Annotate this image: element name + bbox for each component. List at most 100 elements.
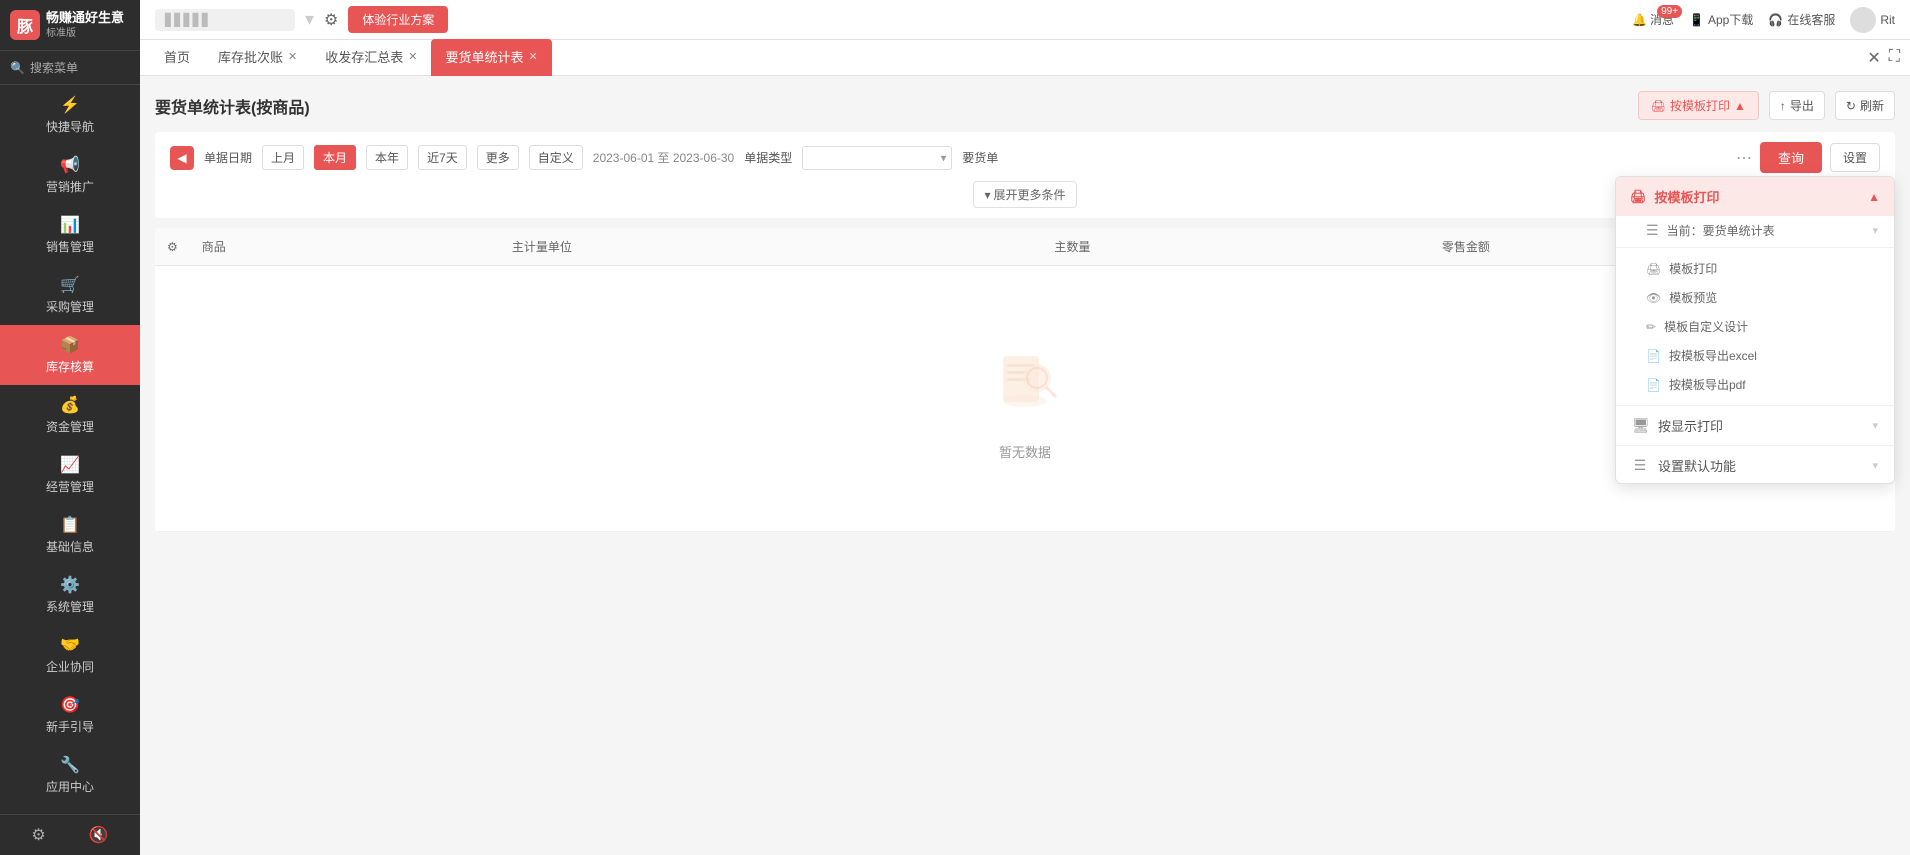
app-center-icon: 🔧 — [60, 755, 80, 775]
filter-more-icon[interactable]: ⋯ — [1736, 148, 1752, 168]
settings-bottom-icon[interactable]: ⚙ — [31, 825, 45, 845]
avatar — [1850, 7, 1876, 33]
template-preview-label: 模板预览 — [1669, 289, 1717, 306]
printer-dropdown-icon: 🖨 — [1630, 189, 1647, 205]
user-avatar-area[interactable]: Rit — [1850, 7, 1895, 33]
topbar-right: 🔔 消息 99+ 📱 App下载 🎧 在线客服 Rit — [1632, 7, 1895, 33]
operation-label: 经营管理 — [46, 478, 94, 495]
notifications-button[interactable]: 🔔 消息 99+ — [1632, 11, 1674, 28]
sidebar-item-inventory[interactable]: 📦 库存核算 — [0, 325, 140, 385]
newbie-label: 新手引导 — [46, 718, 94, 735]
purchase-label: 采购管理 — [46, 298, 94, 315]
dropdown-item-template-print[interactable]: 🖨 模板打印 — [1616, 254, 1894, 283]
page-title: 要货单统计表(按商品) — [155, 94, 310, 118]
finance-label: 资金管理 — [46, 418, 94, 435]
tabs-bar: 首页 库存批次账 ✕ 收发存汇总表 ✕ 要货单统计表 ✕ ✕ ⛶ — [140, 40, 1910, 76]
export-button[interactable]: ↑ 导出 — [1769, 91, 1825, 120]
date-btn-custom[interactable]: 自定义 — [529, 145, 583, 170]
printer-icon: 🖨 — [1651, 99, 1666, 113]
topbar: ▋▋▋▋▋ ▾ ⚙ 体验行业方案 🔔 消息 99+ 📱 App下载 🎧 在线客服… — [140, 0, 1910, 40]
search-menu[interactable]: 🔍 搜索菜单 — [0, 51, 140, 85]
search-menu-label: 搜索菜单 — [30, 59, 78, 76]
query-button[interactable]: 查询 — [1760, 142, 1822, 173]
sidebar-item-basic[interactable]: 📋 基础信息 — [0, 505, 140, 565]
expand-conditions-button[interactable]: ▾ 展开更多条件 — [973, 181, 1076, 208]
dropdown-item-template-design[interactable]: ✏ 模板自定义设计 — [1616, 312, 1894, 341]
app-download-button[interactable]: 📱 App下载 — [1689, 11, 1753, 28]
window-close-icon[interactable]: ✕ — [1867, 48, 1880, 68]
app-center-label: 应用中心 — [46, 778, 94, 795]
topbar-dropdown-icon[interactable]: ▾ — [305, 9, 314, 30]
dropdown-item-display-print[interactable]: 🖥 按显示打印 ▾ — [1616, 408, 1894, 443]
type-select-wrapper: ▾ — [802, 146, 952, 170]
empty-illustration — [985, 336, 1065, 432]
dropdown-item-export-pdf[interactable]: 📄 按模板导出pdf — [1616, 370, 1894, 399]
tab-order-stats-close[interactable]: ✕ — [529, 50, 538, 63]
template-print-label: 模板打印 — [1669, 260, 1717, 277]
online-service-button[interactable]: 🎧 在线客服 — [1768, 11, 1835, 28]
dropdown-divider-1 — [1616, 247, 1894, 248]
date-btn-last-month[interactable]: 上月 — [262, 145, 304, 170]
window-maximize-icon[interactable]: ⛶ — [1889, 48, 1900, 68]
basic-icon: 📋 — [60, 515, 80, 535]
template-list-icon: ☰ — [1646, 222, 1659, 239]
current-template-row: ☰ 当前：要货单统计表 ▾ — [1616, 216, 1894, 245]
filter-collapse-button[interactable]: ◀ — [170, 146, 194, 170]
dropdown-divider-2 — [1616, 405, 1894, 406]
default-func-arrow: ▾ — [1872, 459, 1878, 472]
date-btn-this-year[interactable]: 本年 — [366, 145, 408, 170]
tab-order-stats[interactable]: 要货单统计表 ✕ — [431, 39, 551, 76]
app-name: 畅赚通好生意 — [46, 10, 124, 27]
col-goods: 商品 — [190, 228, 500, 266]
sidebar-item-quick-nav[interactable]: ⚡ 快捷导航 — [0, 85, 140, 145]
app-download-label: App下载 — [1708, 11, 1753, 28]
date-btn-this-month[interactable]: 本月 — [314, 145, 356, 170]
industry-solution-button[interactable]: 体验行业方案 — [348, 6, 448, 33]
username-label: Rit — [1880, 13, 1895, 27]
sidebar-item-sales[interactable]: 📊 销售管理 — [0, 205, 140, 265]
tab-home[interactable]: 首页 — [150, 39, 204, 76]
sidebar-item-app-center[interactable]: 🔧 应用中心 — [0, 745, 140, 805]
page-actions: 🖨 按模板打印 ▲ ↑ 导出 ↻ 刷新 — [1638, 91, 1895, 120]
dropdown-item-template-preview[interactable]: 👁 模板预览 — [1616, 283, 1894, 312]
sidebar-item-wechat[interactable]: 💬 企业微信 — [0, 805, 140, 814]
mute-icon[interactable]: 🔇 — [89, 825, 109, 845]
table-settings-header[interactable]: ⚙ — [155, 228, 190, 266]
sidebar-item-operation[interactable]: 📈 经营管理 — [0, 445, 140, 505]
sidebar-bottom: ⚙ 🔇 — [0, 814, 140, 855]
sidebar-item-newbie[interactable]: 🎯 新手引导 — [0, 685, 140, 745]
print-template-button[interactable]: 🖨 按模板打印 ▲ — [1638, 91, 1759, 120]
quick-nav-icon: ⚡ — [60, 95, 80, 115]
finance-icon: 💰 — [60, 395, 80, 415]
window-controls: ✕ ⛶ — [1867, 48, 1900, 68]
sidebar-item-marketing[interactable]: 📢 营销推广 — [0, 145, 140, 205]
date-btn-7days[interactable]: 近7天 — [418, 145, 467, 170]
template-print-icon: 🖨 — [1646, 262, 1661, 276]
current-template-arrow-icon[interactable]: ▾ — [1872, 224, 1878, 237]
type-select[interactable] — [802, 146, 952, 170]
refresh-icon: ↻ — [1846, 99, 1856, 113]
dropdown-up-arrow[interactable]: ▲ — [1868, 190, 1880, 204]
sidebar-item-system[interactable]: ⚙️ 系统管理 — [0, 565, 140, 625]
topbar-gear-icon[interactable]: ⚙ — [324, 10, 338, 30]
sidebar-item-finance[interactable]: 💰 资金管理 — [0, 385, 140, 445]
refresh-button[interactable]: ↻ 刷新 — [1835, 91, 1895, 120]
dropdown-item-default-func[interactable]: ☰ 设置默认功能 ▾ — [1616, 448, 1894, 483]
tab-batch-account-close[interactable]: ✕ — [288, 50, 297, 63]
display-print-label: 按显示打印 — [1658, 416, 1862, 435]
basic-label: 基础信息 — [46, 538, 94, 555]
col-unit: 主计量单位 — [500, 228, 1043, 266]
template-design-label: 模板自定义设计 — [1664, 318, 1748, 335]
logo-icon: 豚 — [10, 10, 40, 40]
sidebar-item-purchase[interactable]: 🛒 采购管理 — [0, 265, 140, 325]
date-btn-more[interactable]: 更多 — [477, 145, 519, 170]
sidebar-item-enterprise[interactable]: 🤝 企业协同 — [0, 625, 140, 685]
tab-receipt-summary[interactable]: 收发存汇总表 ✕ — [311, 39, 431, 76]
type-filter-label: 单据类型 — [744, 149, 792, 166]
tab-receipt-summary-close[interactable]: ✕ — [408, 50, 417, 63]
dropdown-item-export-excel[interactable]: 📄 按模板导出excel — [1616, 341, 1894, 370]
marketing-label: 营销推广 — [46, 178, 94, 195]
tab-batch-account[interactable]: 库存批次账 ✕ — [204, 39, 311, 76]
expand-label: 展开更多条件 — [994, 186, 1066, 203]
settings-button[interactable]: 设置 — [1830, 143, 1880, 172]
